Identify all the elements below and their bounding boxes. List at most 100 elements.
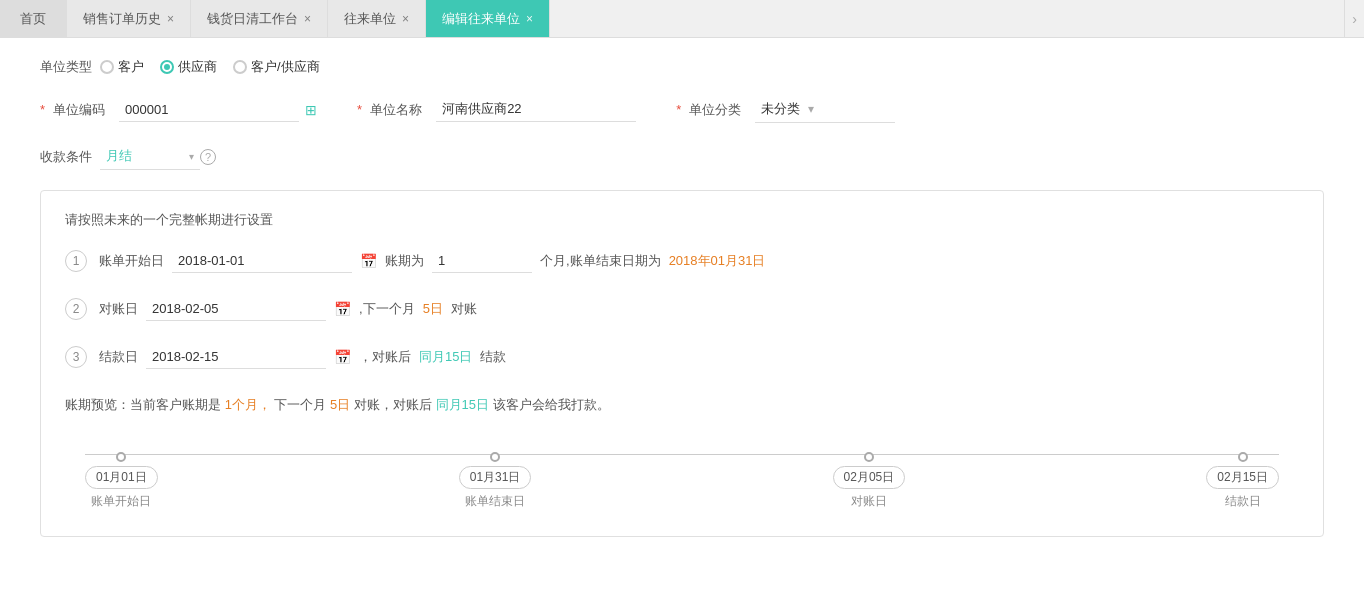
step-1-mid-text: 账期为 bbox=[385, 252, 424, 270]
timeline-label-2: 02月05日 bbox=[833, 466, 906, 489]
preview-bar: 账期预览：当前客户账期是 1个月， 下一个月 5日 对账，对账后 同月15日 该… bbox=[65, 393, 1299, 416]
step-2-date-input[interactable] bbox=[146, 297, 326, 321]
step-2-label: 对账日 bbox=[99, 300, 138, 318]
radio-supplier-circle bbox=[160, 60, 174, 74]
timeline-label-1: 01月31日 bbox=[459, 466, 532, 489]
unit-category-label: 单位分类 bbox=[689, 101, 741, 119]
timeline-dot-3 bbox=[1238, 452, 1248, 462]
step-3-date-input[interactable] bbox=[146, 345, 326, 369]
tab-sales-history[interactable]: 销售订单历史 × bbox=[67, 0, 191, 37]
unit-info-row: * 单位编码 ⊞ * 单位名称 * 单位分类 未分类 ▾ bbox=[40, 96, 1324, 123]
step-2-num: 2 bbox=[65, 298, 87, 320]
step-3-calendar-icon[interactable]: 📅 bbox=[334, 349, 351, 365]
step-1-label: 账单开始日 bbox=[99, 252, 164, 270]
timeline-item-1: 01月31日 账单结束日 bbox=[459, 452, 532, 510]
tab-sales-history-close[interactable]: × bbox=[167, 12, 174, 26]
radio-customer-circle bbox=[100, 60, 114, 74]
tab-home[interactable]: 首页 bbox=[0, 0, 67, 37]
tab-edit-partner[interactable]: 编辑往来单位 × bbox=[426, 0, 550, 37]
step-2-content: 对账日 📅 ,下一个月 5日 对账 bbox=[99, 297, 477, 321]
step-2-suffix-after: 对账 bbox=[451, 300, 477, 318]
step-3-suffix-before: ，对账后 bbox=[359, 348, 411, 366]
timeline-item-2: 02月05日 对账日 bbox=[833, 452, 906, 510]
period-section: 请按照未来的一个完整帐期进行设置 1 账单开始日 📅 账期为 个月,账单结束日期… bbox=[40, 190, 1324, 537]
unit-name-input[interactable] bbox=[436, 98, 636, 122]
tab-cash-work-label: 钱货日清工作台 bbox=[207, 10, 298, 28]
unit-category-select[interactable]: 未分类 ▾ bbox=[755, 96, 895, 123]
preview-mid2: 对账，对账后 bbox=[354, 397, 432, 412]
timeline-item-3: 02月15日 结款日 bbox=[1206, 452, 1279, 510]
copy-icon[interactable]: ⊞ bbox=[305, 102, 317, 118]
step-3-label: 结款日 bbox=[99, 348, 138, 366]
tab-home-label: 首页 bbox=[20, 10, 46, 28]
unit-type-row: 单位类型 客户 供应商 客户/供应商 bbox=[40, 58, 1324, 76]
timeline-items: 01月01日 账单开始日 01月31日 账单结束日 02月05日 对账日 02月… bbox=[85, 452, 1279, 510]
step-1-num: 1 bbox=[65, 250, 87, 272]
unit-type-label: 单位类型 bbox=[40, 58, 92, 76]
tab-edit-partner-label: 编辑往来单位 bbox=[442, 10, 520, 28]
radio-customer-supplier-circle bbox=[233, 60, 247, 74]
tab-cash-work-close[interactable]: × bbox=[304, 12, 311, 26]
preview-highlight3: 同月15日 bbox=[436, 397, 489, 412]
tab-sales-history-label: 销售订单历史 bbox=[83, 10, 161, 28]
radio-customer-label: 客户 bbox=[118, 58, 144, 76]
radio-customer-supplier-label: 客户/供应商 bbox=[251, 58, 320, 76]
step-1-period-end: 2018年01月31日 bbox=[669, 252, 766, 270]
payment-terms-arrow: ▾ bbox=[189, 151, 194, 162]
tab-bar: 首页 销售订单历史 × 钱货日清工作台 × 往来单位 × 编辑往来单位 × › bbox=[0, 0, 1364, 38]
timeline-item-0: 01月01日 账单开始日 bbox=[85, 452, 158, 510]
section-title: 请按照未来的一个完整帐期进行设置 bbox=[65, 211, 1299, 229]
step-1-date-input[interactable] bbox=[172, 249, 352, 273]
timeline: 01月01日 账单开始日 01月31日 账单结束日 02月05日 对账日 02月… bbox=[65, 436, 1299, 516]
step-1-content: 账单开始日 📅 账期为 个月,账单结束日期为 2018年01月31日 bbox=[99, 249, 765, 273]
unit-code-group: * 单位编码 ⊞ bbox=[40, 98, 317, 122]
unit-name-star: * bbox=[357, 102, 362, 117]
radio-customer-supplier[interactable]: 客户/供应商 bbox=[233, 58, 320, 76]
step-1-period-unit: 个月,账单结束日期为 bbox=[540, 252, 661, 270]
timeline-dot-2 bbox=[864, 452, 874, 462]
tab-partner-unit-close[interactable]: × bbox=[402, 12, 409, 26]
category-dropdown-arrow: ▾ bbox=[808, 102, 814, 116]
radio-customer[interactable]: 客户 bbox=[100, 58, 144, 76]
tab-partner-unit[interactable]: 往来单位 × bbox=[328, 0, 426, 37]
page-content: 单位类型 客户 供应商 客户/供应商 * 单位编码 ⊞ * 单位名称 bbox=[0, 38, 1364, 608]
help-icon[interactable]: ? bbox=[200, 149, 216, 165]
tab-edit-partner-close[interactable]: × bbox=[526, 12, 533, 26]
unit-category-group: * 单位分类 未分类 ▾ bbox=[676, 96, 895, 123]
timeline-desc-1: 账单结束日 bbox=[465, 493, 525, 510]
tab-cash-work[interactable]: 钱货日清工作台 × bbox=[191, 0, 328, 37]
step-2-suffix-before: ,下一个月 bbox=[359, 300, 415, 318]
step-3-suffix-highlight: 同月15日 bbox=[419, 348, 472, 366]
timeline-dot-1 bbox=[490, 452, 500, 462]
unit-name-label: 单位名称 bbox=[370, 101, 422, 119]
preview-prefix: 账期预览：当前客户账期是 bbox=[65, 397, 221, 412]
tab-partner-unit-label: 往来单位 bbox=[344, 10, 396, 28]
payment-terms-value: 月结 bbox=[106, 147, 183, 165]
preview-mid1: 下一个月 bbox=[274, 397, 326, 412]
tab-expand-btn[interactable]: › bbox=[1344, 0, 1364, 37]
step-3-row: 3 结款日 📅 ，对账后 同月15日 结款 bbox=[65, 345, 1299, 369]
chevron-right-icon: › bbox=[1352, 11, 1357, 27]
unit-type-radio-group: 客户 供应商 客户/供应商 bbox=[100, 58, 320, 76]
preview-highlight1: 1个月， bbox=[225, 397, 271, 412]
unit-code-star: * bbox=[40, 102, 45, 117]
timeline-desc-0: 账单开始日 bbox=[91, 493, 151, 510]
radio-supplier-label: 供应商 bbox=[178, 58, 217, 76]
timeline-desc-3: 结款日 bbox=[1225, 493, 1261, 510]
unit-name-group: * 单位名称 bbox=[357, 98, 636, 122]
step-1-calendar-icon[interactable]: 📅 bbox=[360, 253, 377, 269]
step-3-suffix-after: 结款 bbox=[480, 348, 506, 366]
timeline-desc-2: 对账日 bbox=[851, 493, 887, 510]
unit-category-value: 未分类 bbox=[761, 100, 800, 118]
preview-highlight2: 5日 bbox=[330, 397, 350, 412]
payment-terms-dropdown[interactable]: 月结 ▾ bbox=[100, 143, 200, 170]
step-3-content: 结款日 📅 ，对账后 同月15日 结款 bbox=[99, 345, 506, 369]
step-2-calendar-icon[interactable]: 📅 bbox=[334, 301, 351, 317]
unit-code-input[interactable] bbox=[119, 98, 299, 122]
step-2-suffix-highlight: 5日 bbox=[423, 300, 443, 318]
timeline-label-3: 02月15日 bbox=[1206, 466, 1279, 489]
step-1-period-input[interactable] bbox=[432, 249, 532, 273]
step-2-row: 2 对账日 📅 ,下一个月 5日 对账 bbox=[65, 297, 1299, 321]
radio-supplier[interactable]: 供应商 bbox=[160, 58, 217, 76]
timeline-dot-0 bbox=[116, 452, 126, 462]
